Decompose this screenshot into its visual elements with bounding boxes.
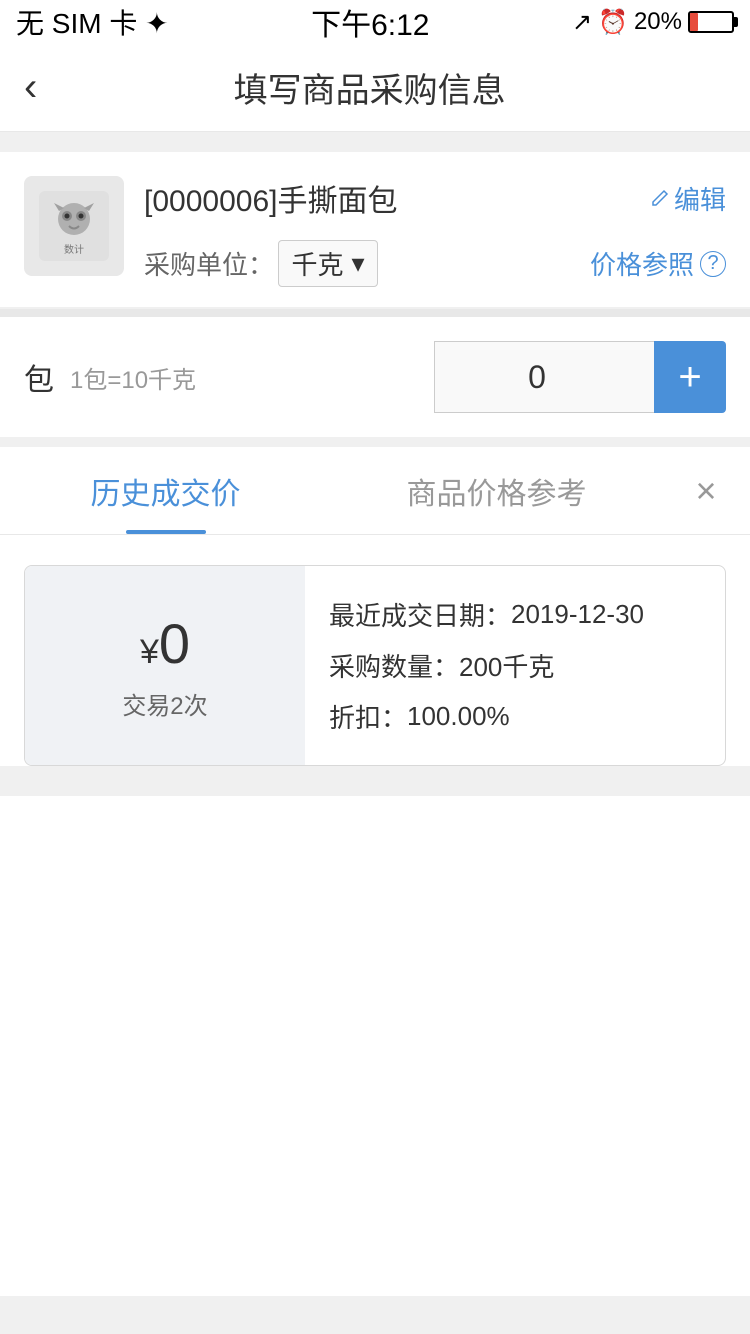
main-content-area (0, 796, 750, 1296)
edit-icon (650, 188, 670, 208)
unit-label: 采购单位： (144, 250, 274, 280)
back-button[interactable]: ‹ (24, 57, 53, 118)
product-info: [0000006]手撕面包 编辑 采购单位： 千克 ▾ 价格 (144, 176, 726, 287)
svg-text:数计: 数计 (64, 243, 84, 256)
price-ref-button[interactable]: 价格参照 ? (590, 245, 726, 282)
location-icon: ↗ (572, 8, 592, 37)
price-transactions: 交易2次 (122, 686, 207, 721)
status-right: ↗ ⏰ 20% (572, 8, 734, 37)
recent-date-row: 最近成交日期： 2019-12-30 (329, 596, 701, 633)
quantity-section: 包 1包=10千克 + (0, 309, 750, 437)
product-section: 数计 [0000006]手撕面包 编辑 采购单位： 千克 ▾ (0, 152, 750, 307)
battery-percent: 20% (634, 8, 682, 36)
time-text: 下午6:12 (311, 0, 429, 44)
discount-row: 折扣： 100.00% (329, 698, 701, 735)
quantity-plus-button[interactable]: + (654, 341, 726, 413)
status-bar: 无 SIM 卡 ✦ 下午6:12 ↗ ⏰ 20% (0, 0, 750, 44)
alarm-icon: ⏰ (598, 8, 628, 37)
currency-symbol: ¥ (140, 633, 159, 671)
unit-label-group: 采购单位： 千克 ▾ (144, 240, 378, 287)
page-title: 填写商品采购信息 (53, 63, 686, 112)
panel-close-button[interactable]: × (662, 447, 750, 534)
tabs-row: 历史成交价 商品价格参考 × (0, 447, 750, 535)
quantity-input[interactable] (434, 341, 654, 413)
quantity-conversion: 1包=10千克 (70, 360, 196, 395)
product-image: 数计 (24, 176, 124, 276)
bottom-panel: 历史成交价 商品价格参考 × ¥0 交易2次 最近成交日期： 2019-12-3… (0, 447, 750, 766)
battery-icon (688, 11, 734, 33)
edit-button[interactable]: 编辑 (650, 180, 726, 217)
tab-price-ref[interactable]: 商品价格参考 (331, 447, 662, 534)
carrier-text: 无 SIM 卡 ✦ (16, 2, 169, 42)
chevron-down-icon: ▾ (351, 248, 364, 279)
quantity-input-wrap: + (212, 341, 726, 413)
quantity-unit-label: 包 (24, 355, 54, 399)
product-unit-row: 采购单位： 千克 ▾ 价格参照 ? (144, 240, 726, 287)
tab-active-indicator (126, 530, 206, 534)
product-name: [0000006]手撕面包 (144, 176, 397, 220)
nav-bar: ‹ 填写商品采购信息 (0, 44, 750, 132)
product-thumbnail: 数计 (39, 191, 109, 261)
price-amount: ¥0 (140, 611, 190, 676)
quantity-row: 包 1包=10千克 + (0, 317, 750, 437)
product-header: 数计 [0000006]手撕面包 编辑 采购单位： 千克 ▾ (24, 176, 726, 287)
price-left-panel: ¥0 交易2次 (25, 566, 305, 765)
product-name-row: [0000006]手撕面包 编辑 (144, 176, 726, 220)
quantity-row-detail: 采购数量： 200千克 (329, 647, 701, 684)
help-icon: ? (700, 251, 726, 277)
price-card: ¥0 交易2次 最近成交日期： 2019-12-30 采购数量： 200千克 折… (24, 565, 726, 766)
price-right-panel: 最近成交日期： 2019-12-30 采购数量： 200千克 折扣： 100.0… (305, 566, 725, 765)
tab-history-price[interactable]: 历史成交价 (0, 447, 331, 534)
unit-select[interactable]: 千克 ▾ (278, 240, 377, 287)
